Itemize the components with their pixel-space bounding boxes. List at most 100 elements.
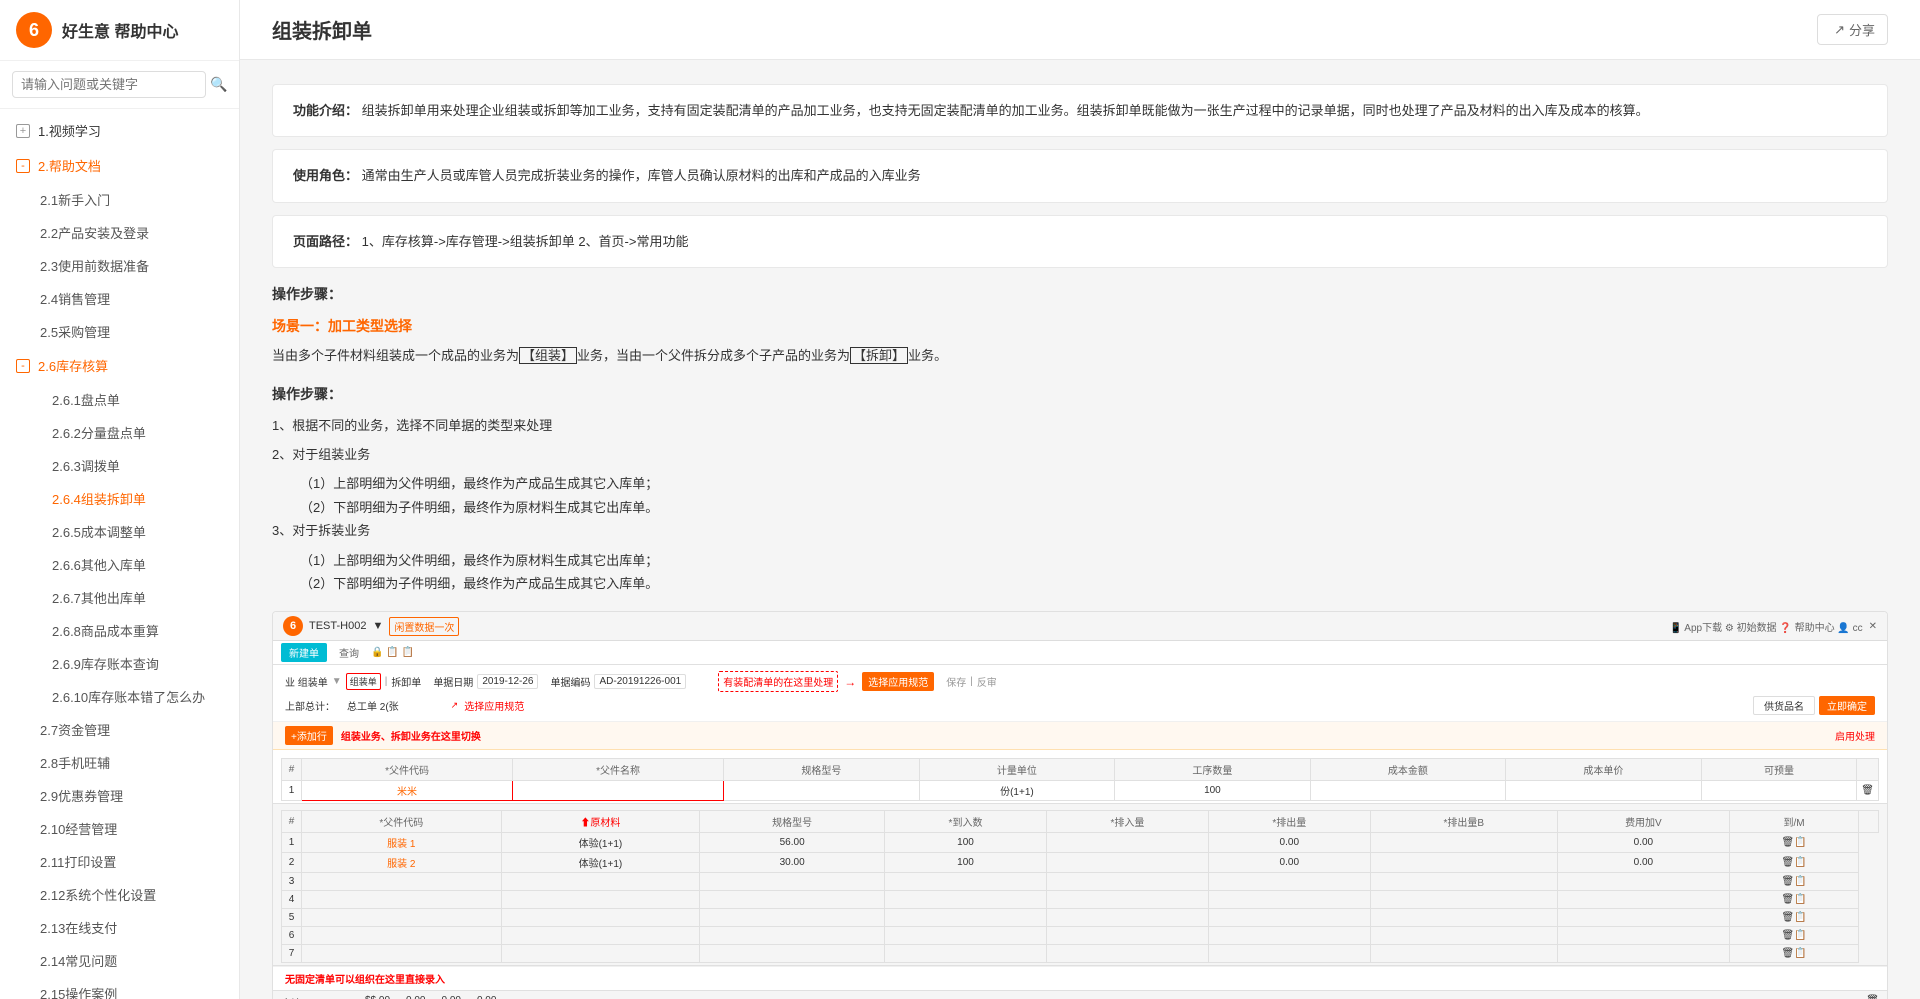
mock-select-btn: 选择应用规范 xyxy=(862,672,934,691)
sidebar-item-docs-25[interactable]: 2.5采购管理 xyxy=(0,315,239,348)
sidebar-item-docs-22[interactable]: 2.2产品安装及登录 xyxy=(0,216,239,249)
search-input[interactable] xyxy=(12,71,206,98)
path-block: 页面路径： 1、库存核算->库存管理->组装拆卸单 2、首页->常用功能 xyxy=(272,215,1888,268)
mock-nav-icons: 🔒 📋 📋 xyxy=(371,647,414,658)
sidebar-item-docs-261[interactable]: 2.6.1盘点单 xyxy=(0,383,239,416)
sidebar-item-docs-24[interactable]: 2.4销售管理 xyxy=(0,282,239,315)
sidebar-item-docs-212[interactable]: 2.12系统个性化设置 xyxy=(0,878,239,911)
scene1-title: 场景一：加工类型选择 xyxy=(272,316,1888,336)
sidebar-item-docs-23[interactable]: 2.3使用前数据准备 xyxy=(0,249,239,282)
steps-list: 1、根据不同的业务，选择不同单据的类型来处理 2、对于组装业务 （1）上部明细为… xyxy=(272,414,1888,596)
mock-form-date: 单据日期 2019-12-26 xyxy=(433,674,538,689)
mock-confirm-btn: 立即确定 xyxy=(1819,696,1875,715)
mock-dropdown: ▼ xyxy=(372,620,383,632)
mock-top-table: # *父件代码 *父件名称 规格型号 计量单位 工序数量 成本金额 成本单价 可… xyxy=(281,758,1879,801)
sidebar-header: 6 好生意 帮助中心 xyxy=(0,0,239,61)
step-3: 3、对于拆装业务 xyxy=(272,519,1888,542)
mock-form-num: 单据编码 AD-20191226-001 xyxy=(550,674,686,689)
annot2-arrow: ↗ xyxy=(451,700,459,711)
mock-footer: 合计 $$ 00 0.00 0.00 0.00 🗑 xyxy=(273,990,1887,999)
step-1: 1、根据不同的业务，选择不同单据的类型来处理 xyxy=(272,414,1888,437)
sidebar-item-video[interactable]: + 1.视频学习 xyxy=(0,113,239,148)
intro-block: 功能介绍： 组装拆卸单用来处理企业组装或拆卸等加工业务，支持有固定装配清单的产品… xyxy=(272,84,1888,137)
sidebar-item-docs-29[interactable]: 2.9优惠券管理 xyxy=(0,779,239,812)
sidebar-item-docs-265[interactable]: 2.6.5成本调整单 xyxy=(0,515,239,548)
intro-label: 功能介绍： xyxy=(293,103,358,118)
path-label: 页面路径： xyxy=(293,234,358,249)
sidebar-item-docs-268[interactable]: 2.6.8商品成本重算 xyxy=(0,614,239,647)
sidebar-item-docs[interactable]: - 2.帮助文档 xyxy=(0,148,239,183)
mock-icons: 📱 App下载 ⚙ 初始数据 ❓ 帮助中心 👤 cc xyxy=(1670,619,1863,634)
collapse-icon-26: - xyxy=(16,359,30,373)
sidebar: 6 好生意 帮助中心 🔍 + 1.视频学习 - 2.帮助文档 2.1新手入门 2… xyxy=(0,0,240,999)
mock-annot1-area: 有装配清单的在这里处理 → 选择应用规范 xyxy=(718,671,934,692)
mock-form-label: 上部总计： xyxy=(285,698,335,713)
share-icon: ↗ xyxy=(1834,22,1845,38)
sidebar-item-docs-266[interactable]: 2.6.6其他入库单 xyxy=(0,548,239,581)
sidebar-item-docs-211[interactable]: 2.11打印设置 xyxy=(0,845,239,878)
mock-annot5-bar: 无固定清单可以组织在这里直接录入 xyxy=(273,966,1887,990)
path-text: 1、库存核算->库存管理->组装拆卸单 2、首页->常用功能 xyxy=(362,234,689,249)
step-2-sub2: （2）下部明细为子件明细，最终作为原材料生成其它出库单。 xyxy=(300,496,1888,519)
step-2-sub1: （1）上部明细为父件明细，最终作为产成品生成其它入库单； xyxy=(300,472,1888,495)
logo-icon: 6 xyxy=(16,12,52,48)
step-3-sub1: （1）上部明细为父件明细，最终作为原材料生成其它出库单； xyxy=(300,549,1888,572)
main-content: 组装拆卸单 ↗ 分享 功能介绍： 组装拆卸单用来处理企业组装或拆卸等加工业务，支… xyxy=(240,0,1920,999)
share-button[interactable]: ↗ 分享 xyxy=(1817,14,1888,45)
mock-close: ✕ xyxy=(1869,621,1877,632)
sidebar-item-docs-28[interactable]: 2.8手机旺辅 xyxy=(0,746,239,779)
page-title: 组装拆卸单 xyxy=(272,15,372,44)
step-2: 2、对于组装业务 xyxy=(272,443,1888,466)
annot3-text: 组装业务、拆卸业务在这里切换 xyxy=(341,728,481,743)
sidebar-item-docs-210[interactable]: 2.10经营管理 xyxy=(0,812,239,845)
expand-icon: + xyxy=(16,124,30,138)
arrow-right: → xyxy=(844,675,856,689)
nav-section: + 1.视频学习 - 2.帮助文档 2.1新手入门 2.2产品安装及登录 2.3… xyxy=(0,109,239,999)
ops-title: 操作步骤： xyxy=(272,284,1888,304)
annot5-text: 无固定清单可以组织在这里直接录入 xyxy=(285,971,445,986)
sidebar-item-label: 2.6库存核算 xyxy=(38,356,108,375)
step-3-sub2: （2）下部明细为子件明细，最终作为产成品生成其它入库单。 xyxy=(300,572,1888,595)
mock-confirm-btn-area: 供货品名 立即确定 xyxy=(1753,696,1875,715)
intro-text: 组装拆卸单用来处理企业组装或拆卸等加工业务，支持有固定装配清单的产品加工业务，也… xyxy=(362,103,1649,118)
sidebar-item-docs-26[interactable]: - 2.6库存核算 xyxy=(0,348,239,383)
sidebar-item-docs-214[interactable]: 2.14常见问题 xyxy=(0,944,239,977)
mock-add-row: +添加行 xyxy=(285,726,333,745)
sidebar-item-docs-213[interactable]: 2.13在线支付 xyxy=(0,911,239,944)
sidebar-item-docs-2610[interactable]: 2.6.10库存账本错了怎么办 xyxy=(0,680,239,713)
sidebar-item-label: 2.帮助文档 xyxy=(38,156,101,175)
scene1-desc: 当由多个子件材料组装成一个成品的业务为【组装】业务，当由一个父件拆分成多个子产品… xyxy=(272,344,1888,367)
sidebar-item-docs-267[interactable]: 2.6.7其他出库单 xyxy=(0,581,239,614)
role-text: 通常由生产人员或库管人员完成折装业务的操作，库管人员确认原材料的出库和产成品的入… xyxy=(362,168,921,183)
sidebar-item-docs-264[interactable]: 2.6.4组装拆卸单 xyxy=(0,482,239,515)
role-label: 使用角色： xyxy=(293,168,358,183)
main-header: 组装拆卸单 ↗ 分享 xyxy=(240,0,1920,60)
mock-nav-tab: 查询 xyxy=(331,643,367,662)
mock-form-total: 总工单 2(张 xyxy=(347,698,399,713)
sidebar-item-docs-263[interactable]: 2.6.3调拨单 xyxy=(0,449,239,482)
sidebar-item-docs-21[interactable]: 2.1新手入门 xyxy=(0,183,239,216)
mock-form-type: 业 组装单 ▼ 组装单 | 拆卸单 xyxy=(285,673,421,690)
collapse-icon: - xyxy=(16,159,30,173)
mock-logo: 6 xyxy=(283,616,303,636)
share-label: 分享 xyxy=(1849,20,1875,39)
mock-nav-tab-active: 新建单 xyxy=(281,643,327,662)
annot1-text: 有装配清单的在这里处理 xyxy=(718,671,838,692)
sidebar-item-docs-269[interactable]: 2.6.9库存账本查询 xyxy=(0,647,239,680)
screenshot-container: 6 TEST-H002 ▼ 闲置数据一次 📱 App下载 ⚙ 初始数据 ❓ 帮助… xyxy=(272,611,1888,999)
sidebar-item-label: 1.视频学习 xyxy=(38,121,101,140)
content-area: 功能介绍： 组装拆卸单用来处理企业组装或拆卸等加工业务，支持有固定装配清单的产品… xyxy=(240,60,1920,999)
site-title: 好生意 帮助中心 xyxy=(62,18,178,42)
ops-steps-title: 操作步骤： xyxy=(272,384,1888,404)
annot2-text: 选择应用规范 xyxy=(464,698,524,713)
sidebar-item-docs-215[interactable]: 2.15操作案例 xyxy=(0,977,239,999)
mock-search-input2: 供货品名 xyxy=(1753,696,1815,715)
mock-bottom-table-header: # *父件代码 ⬆原材料 规格型号 *到入数 *排入量 *排出量 *排出量B 费… xyxy=(281,810,1879,963)
sidebar-item-docs-27[interactable]: 2.7资金管理 xyxy=(0,713,239,746)
mock-test-id: TEST-H002 xyxy=(309,620,366,632)
mock-annot3-bar: +添加行 组装业务、拆卸业务在这里切换 启用处理 xyxy=(273,722,1887,750)
search-button[interactable]: 🔍 xyxy=(210,76,227,93)
mock-form-btns: 保存 | 反审 xyxy=(946,674,997,689)
role-block: 使用角色： 通常由生产人员或库管人员完成折装业务的操作，库管人员确认原材料的出库… xyxy=(272,149,1888,202)
sidebar-item-docs-262[interactable]: 2.6.2分量盘点单 xyxy=(0,416,239,449)
